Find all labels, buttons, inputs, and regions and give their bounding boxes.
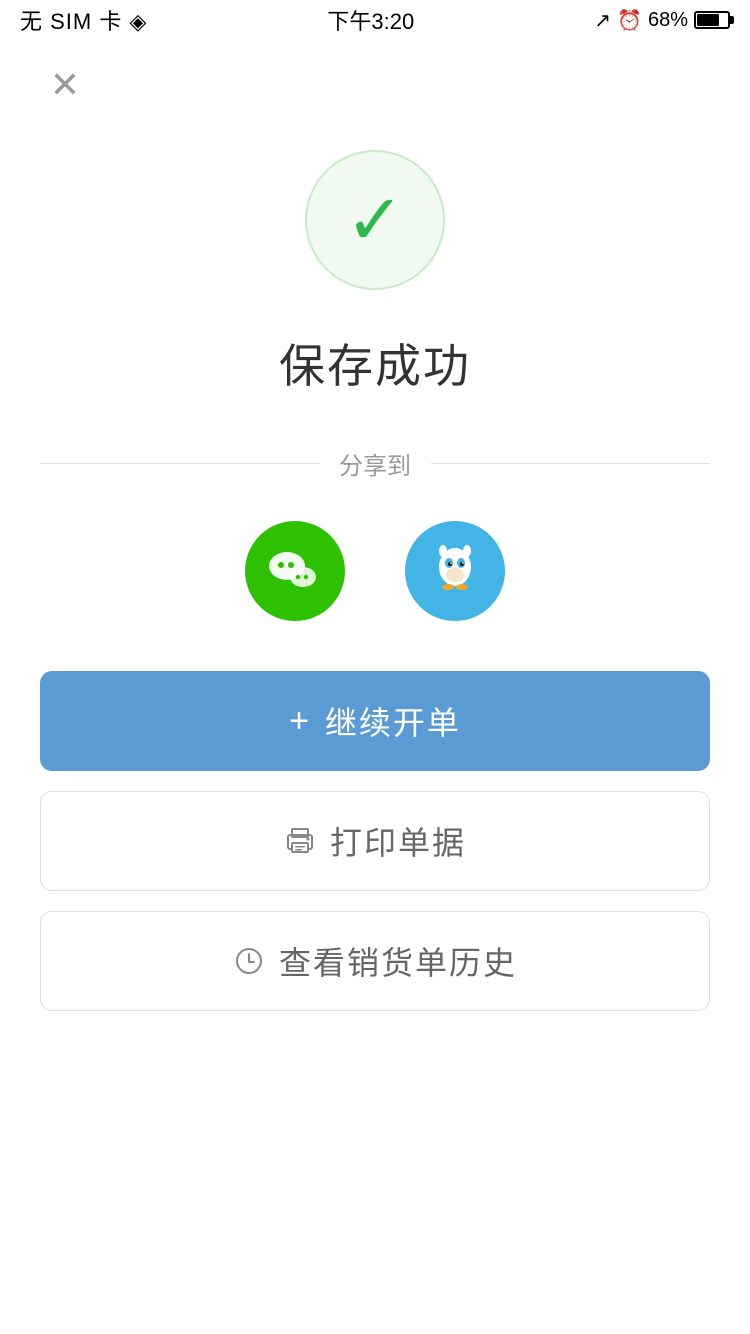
- plus-icon: +: [289, 702, 311, 741]
- success-text: 保存成功: [279, 330, 471, 396]
- status-left: 无 SIM 卡 ◈: [20, 4, 147, 36]
- status-time: 下午3:20: [327, 4, 414, 36]
- continue-order-label: 继续开单: [325, 698, 461, 744]
- qq-icon: [425, 541, 485, 601]
- print-button[interactable]: 打印单据: [40, 791, 710, 891]
- status-bar: 无 SIM 卡 ◈ 下午3:20 ↗ ⏰ 68%: [0, 0, 750, 40]
- history-icon: [233, 945, 265, 977]
- share-section: 分享到: [40, 446, 710, 621]
- wechat-share-button[interactable]: [245, 521, 345, 621]
- share-label: 分享到: [339, 446, 411, 481]
- success-circle: ✓: [305, 150, 445, 290]
- left-divider: [40, 463, 319, 464]
- continue-order-button[interactable]: + 继续开单: [40, 671, 710, 771]
- share-divider-row: 分享到: [40, 446, 710, 481]
- status-right: ↗ ⏰ 68%: [594, 8, 730, 33]
- close-icon: ✕: [50, 67, 80, 103]
- wechat-icon: [265, 541, 325, 601]
- battery-percent: 68%: [648, 9, 688, 32]
- printer-icon: [284, 825, 316, 857]
- battery-icon: [694, 11, 730, 29]
- alarm-icon: ⏰: [617, 8, 642, 33]
- main-content: ✕ ✓ 保存成功 分享到: [0, 40, 750, 1051]
- right-divider: [431, 463, 710, 464]
- buttons-section: + 继续开单 打印单据 查看销货单历史: [40, 671, 710, 1011]
- qq-share-button[interactable]: [405, 521, 505, 621]
- checkmark-icon: ✓: [346, 185, 405, 255]
- print-label: 打印单据: [330, 818, 466, 864]
- view-history-button[interactable]: 查看销货单历史: [40, 911, 710, 1011]
- close-button[interactable]: ✕: [40, 60, 90, 110]
- history-label: 查看销货单历史: [279, 938, 517, 984]
- share-icons-row: [245, 521, 505, 621]
- close-button-row: ✕: [40, 60, 710, 110]
- location-icon: ↗: [594, 8, 611, 33]
